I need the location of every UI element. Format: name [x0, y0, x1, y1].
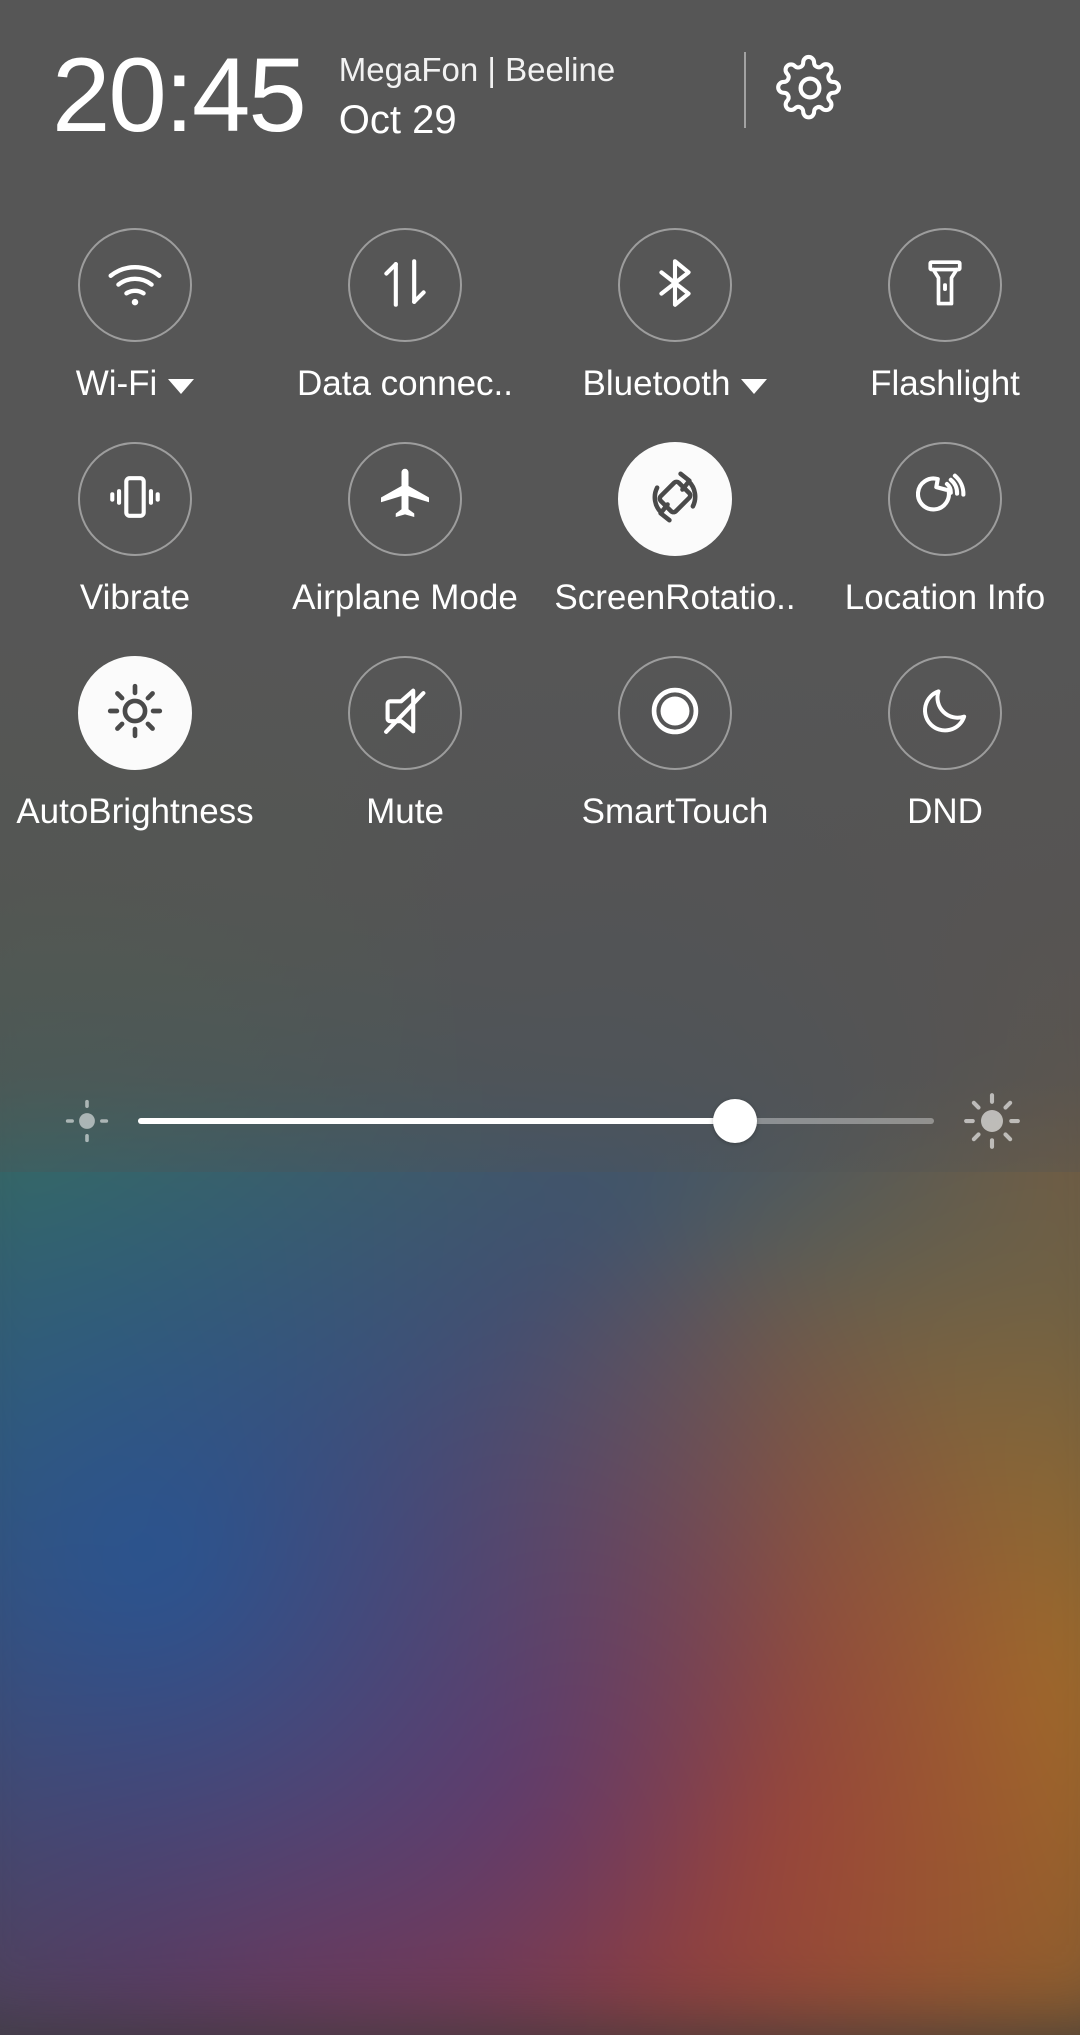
tile-data-connection-label: Data connec..: [297, 364, 513, 404]
tile-screen-rotation-label-wrap: ScreenRotatio..: [554, 578, 795, 618]
tile-data-connection-label-wrap: Data connec..: [297, 364, 513, 404]
tile-auto-brightness-label: AutoBrightness: [16, 792, 253, 832]
brightness-high-icon: [956, 1085, 1028, 1157]
slider-thumb[interactable]: [713, 1099, 757, 1143]
tile-location-info-label-wrap: Location Info: [845, 578, 1045, 618]
vibrate-icon: [106, 468, 164, 531]
tile-mute-label-wrap: Mute: [366, 792, 444, 832]
tile-data-connection[interactable]: Data connec..: [270, 228, 540, 404]
settings-button[interactable]: [768, 48, 852, 132]
quick-settings-panel: 20:45 MegaFon | Beeline Oct 29: [0, 0, 1080, 1920]
tile-location-info-circle[interactable]: [888, 442, 1002, 556]
tile-bluetooth[interactable]: Bluetooth: [540, 228, 810, 404]
tile-smart-touch[interactable]: SmartTouch: [540, 656, 810, 832]
tile-wifi-label: Wi-Fi: [76, 364, 158, 404]
tile-vibrate-label-wrap: Vibrate: [80, 578, 190, 618]
tile-smart-touch-label: SmartTouch: [582, 792, 769, 832]
tile-vibrate-circle[interactable]: [78, 442, 192, 556]
brightness-slider-row: [0, 1078, 1080, 1164]
tile-flashlight[interactable]: Flashlight: [810, 228, 1080, 404]
wifi-icon: [104, 252, 166, 319]
tile-auto-brightness[interactable]: AutoBrightness: [0, 656, 270, 832]
location-icon: [916, 468, 974, 531]
tile-airplane-mode-circle[interactable]: [348, 442, 462, 556]
tile-dnd[interactable]: DND: [810, 656, 1080, 832]
smart-touch-icon: [644, 680, 706, 747]
clock-time: 20:45: [52, 43, 305, 148]
tile-row-3: AutoBrightness Mute: [0, 656, 1080, 832]
tile-dnd-label: DND: [907, 792, 983, 832]
tile-smart-touch-circle[interactable]: [618, 656, 732, 770]
tile-vibrate[interactable]: Vibrate: [0, 442, 270, 618]
quick-settings-grid: Wi-Fi Data connec..: [0, 228, 1080, 870]
bluetooth-icon: [646, 254, 704, 317]
carrier-date-block: MegaFon | Beeline Oct 29: [339, 45, 615, 144]
moon-icon: [917, 683, 973, 744]
tile-flashlight-circle[interactable]: [888, 228, 1002, 342]
tile-screen-rotation[interactable]: ScreenRotatio..: [540, 442, 810, 618]
status-header: 20:45 MegaFon | Beeline Oct 29: [0, 0, 1080, 190]
brightness-low-icon: [58, 1092, 116, 1150]
chevron-down-icon[interactable]: [168, 379, 194, 394]
tile-wifi-circle[interactable]: [78, 228, 192, 342]
tile-mute[interactable]: Mute: [270, 656, 540, 832]
tile-mute-label: Mute: [366, 792, 444, 832]
tile-flashlight-label-wrap: Flashlight: [870, 364, 1020, 404]
data-transfer-icon: [376, 254, 434, 317]
tile-airplane-mode-label-wrap: Airplane Mode: [292, 578, 518, 618]
tile-row-2: Vibrate Airplane Mode: [0, 442, 1080, 618]
gear-icon: [776, 54, 844, 127]
tile-wifi-label-wrap: Wi-Fi: [76, 364, 195, 404]
flashlight-icon: [919, 257, 971, 314]
airplane-icon: [375, 467, 435, 532]
tile-data-connection-circle[interactable]: [348, 228, 462, 342]
header-divider: [744, 52, 746, 128]
screen-rotation-icon: [643, 465, 707, 534]
brightness-sun-icon: [104, 680, 166, 747]
tile-flashlight-label: Flashlight: [870, 364, 1020, 404]
tile-dnd-circle[interactable]: [888, 656, 1002, 770]
tile-bluetooth-circle[interactable]: [618, 228, 732, 342]
tile-location-info-label: Location Info: [845, 578, 1045, 618]
tile-auto-brightness-label-wrap: AutoBrightness: [16, 792, 253, 832]
tile-wifi[interactable]: Wi-Fi: [0, 228, 270, 404]
tile-dnd-label-wrap: DND: [907, 792, 983, 832]
tile-location-info[interactable]: Location Info: [810, 442, 1080, 618]
tile-screen-rotation-circle[interactable]: [618, 442, 732, 556]
tile-airplane-mode-label: Airplane Mode: [292, 578, 518, 618]
brightness-slider[interactable]: [138, 1099, 934, 1143]
tile-vibrate-label: Vibrate: [80, 578, 190, 618]
tile-bluetooth-label: Bluetooth: [583, 364, 731, 404]
tile-row-1: Wi-Fi Data connec..: [0, 228, 1080, 404]
slider-fill: [138, 1118, 735, 1124]
tile-bluetooth-label-wrap: Bluetooth: [583, 364, 768, 404]
tile-screen-rotation-label: ScreenRotatio..: [554, 578, 795, 618]
tile-mute-circle[interactable]: [348, 656, 462, 770]
tile-auto-brightness-circle[interactable]: [78, 656, 192, 770]
chevron-down-icon[interactable]: [741, 379, 767, 394]
carrier-label: MegaFon | Beeline: [339, 49, 615, 90]
tile-smart-touch-label-wrap: SmartTouch: [582, 792, 769, 832]
volume-mute-icon: [376, 682, 434, 745]
tile-airplane-mode[interactable]: Airplane Mode: [270, 442, 540, 618]
date-label: Oct 29: [339, 95, 615, 145]
